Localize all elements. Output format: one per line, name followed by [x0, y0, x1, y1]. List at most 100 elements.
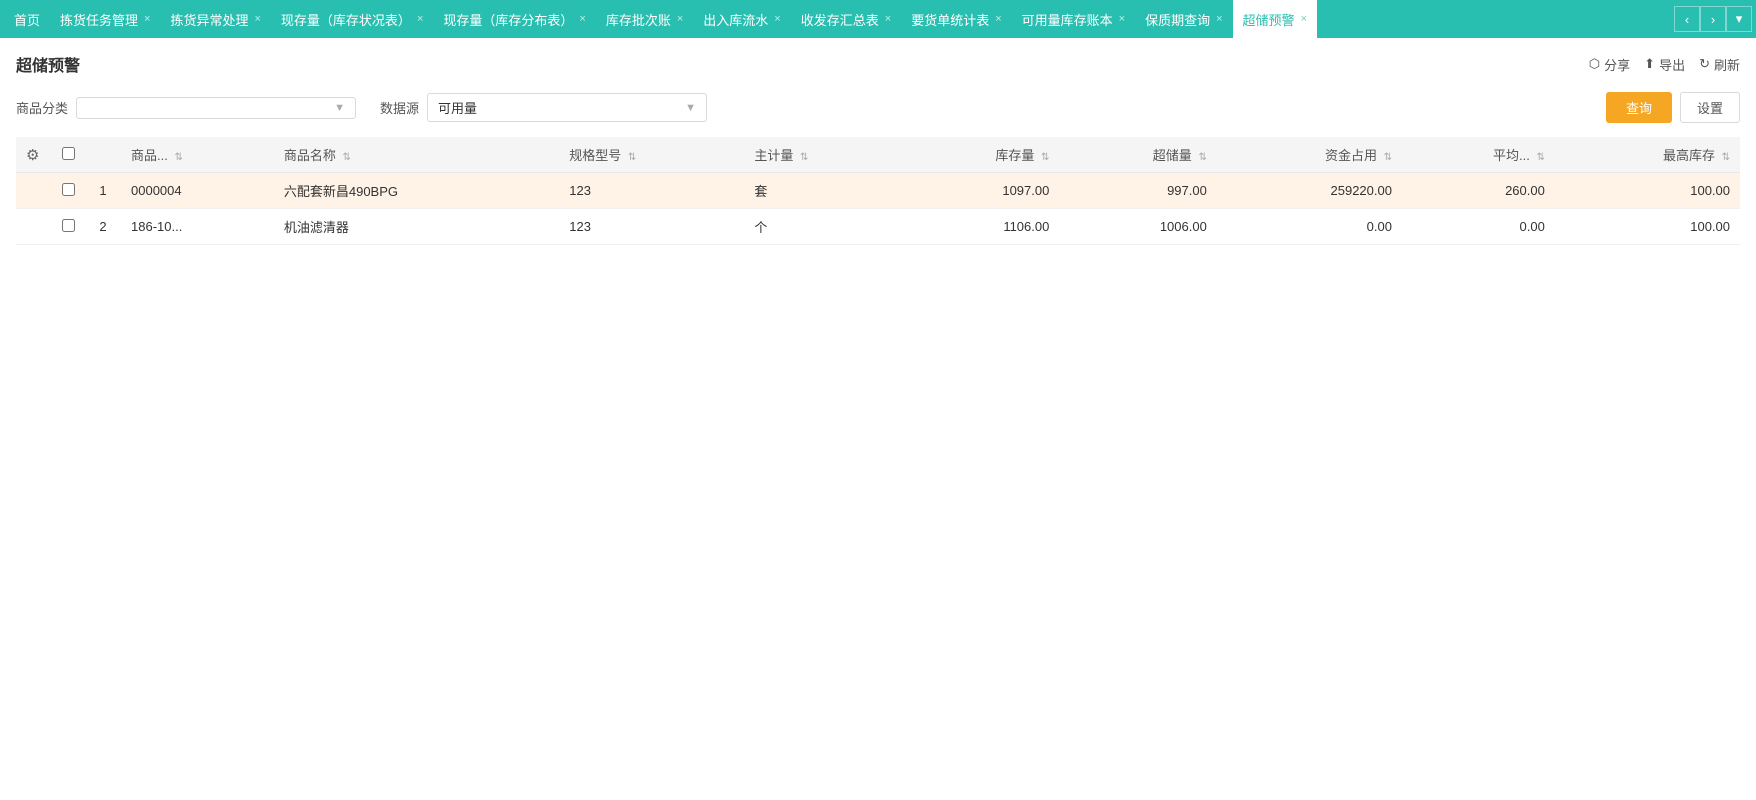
table-header-row: ⚙ 商品... ⇅ 商品名称 ⇅ 规格型号 ⇅ — [16, 137, 1740, 173]
chevron-down-icon: ▼ — [685, 102, 696, 114]
nav-item-abnormal[interactable]: 拣货异常处理 × — [160, 0, 270, 38]
table-body: 1 0000004 六配套新昌490BPG 123 套 1097.00 997.… — [16, 173, 1740, 245]
refresh-icon: ↻ — [1699, 56, 1710, 72]
td-overstock: 997.00 — [1059, 173, 1216, 209]
table-row: 2 186-10... 机油滤清器 123 个 1106.00 1006.00 … — [16, 209, 1740, 245]
td-gear — [16, 209, 52, 245]
share-icon: ⬡ — [1589, 56, 1600, 72]
td-product-name: 机油滤清器 — [274, 209, 559, 245]
sort-icon: ⇅ — [1041, 152, 1049, 163]
top-navigation: 首页 拣货任务管理 × 拣货异常处理 × 现存量（库存状况表） × 现存量（库存… — [0, 0, 1756, 38]
category-filter-group: 商品分类 ▼ — [16, 97, 356, 119]
category-select[interactable]: ▼ — [76, 97, 356, 119]
close-icon[interactable]: × — [1216, 13, 1222, 25]
close-icon[interactable]: × — [417, 13, 423, 25]
refresh-button[interactable]: ↻ 刷新 — [1699, 55, 1740, 74]
th-product-code[interactable]: 商品... ⇅ — [121, 137, 274, 173]
th-overstock[interactable]: 超储量 ⇅ — [1059, 137, 1216, 173]
td-spec: 123 — [559, 209, 744, 245]
td-capital: 0.00 — [1217, 209, 1402, 245]
select-all-checkbox[interactable] — [62, 147, 75, 160]
datasource-label: 数据源 — [380, 98, 419, 117]
nav-item-home[interactable]: 首页 — [4, 0, 50, 38]
td-max-stock: 100.00 — [1555, 209, 1740, 245]
close-icon[interactable]: × — [254, 13, 260, 25]
td-avg: 0.00 — [1402, 209, 1555, 245]
settings-button[interactable]: 设置 — [1680, 92, 1740, 123]
th-unit[interactable]: 主计量 ⇅ — [744, 137, 901, 173]
nav-prev-button[interactable]: ‹ — [1674, 6, 1700, 32]
th-index — [85, 137, 121, 173]
sort-icon: ⇅ — [1198, 152, 1206, 163]
data-table: ⚙ 商品... ⇅ 商品名称 ⇅ 规格型号 ⇅ — [16, 137, 1740, 245]
nav-item-inventory-dist[interactable]: 现存量（库存分布表） × — [433, 0, 595, 38]
datasource-select-value: 可用量 — [438, 98, 477, 117]
table-row: 1 0000004 六配套新昌490BPG 123 套 1097.00 997.… — [16, 173, 1740, 209]
nav-more-button[interactable]: ▾ — [1726, 6, 1752, 32]
sort-icon: ⇅ — [800, 152, 808, 163]
close-icon[interactable]: × — [995, 13, 1001, 25]
td-unit: 个 — [744, 209, 901, 245]
datasource-filter-group: 数据源 可用量 ▼ — [380, 93, 707, 122]
nav-item-expiry[interactable]: 保质期查询 × — [1135, 0, 1232, 38]
page-header: 超储预警 ⬡ 分享 ⬆ 导出 ↻ 刷新 — [16, 52, 1740, 76]
share-button[interactable]: ⬡ 分享 — [1589, 55, 1630, 74]
th-product-name[interactable]: 商品名称 ⇅ — [274, 137, 559, 173]
query-button[interactable]: 查询 — [1606, 92, 1672, 123]
nav-arrows: ‹ › ▾ — [1674, 6, 1752, 32]
td-product-name: 六配套新昌490BPG — [274, 173, 559, 209]
sort-icon: ⇅ — [1384, 152, 1392, 163]
close-icon[interactable]: × — [579, 13, 585, 25]
td-avg: 260.00 — [1402, 173, 1555, 209]
gear-icon[interactable]: ⚙ — [26, 147, 39, 164]
close-icon[interactable]: × — [1301, 13, 1307, 25]
td-capital: 259220.00 — [1217, 173, 1402, 209]
nav-item-inout-flow[interactable]: 出入库流水 × — [693, 0, 790, 38]
th-spec[interactable]: 规格型号 ⇅ — [559, 137, 744, 173]
main-content: 超储预警 ⬡ 分享 ⬆ 导出 ↻ 刷新 商品分类 ▼ 数据源 — [0, 38, 1756, 800]
export-button[interactable]: ⬆ 导出 — [1644, 55, 1685, 74]
close-icon[interactable]: × — [677, 13, 683, 25]
td-check — [52, 173, 85, 209]
nav-item-available-inventory[interactable]: 可用量库存账本 × — [1012, 0, 1135, 38]
datasource-select[interactable]: 可用量 ▼ — [427, 93, 707, 122]
td-unit: 套 — [744, 173, 901, 209]
nav-item-batch-account[interactable]: 库存批次账 × — [596, 0, 693, 38]
td-gear — [16, 173, 52, 209]
row-checkbox[interactable] — [62, 219, 75, 232]
nav-item-order-stats[interactable]: 要货单统计表 × — [901, 0, 1011, 38]
th-avg[interactable]: 平均... ⇅ — [1402, 137, 1555, 173]
th-stock[interactable]: 库存量 ⇅ — [902, 137, 1059, 173]
category-label: 商品分类 — [16, 98, 68, 117]
nav-item-task-management[interactable]: 拣货任务管理 × — [50, 0, 160, 38]
td-stock: 1106.00 — [902, 209, 1059, 245]
filter-row: 商品分类 ▼ 数据源 可用量 ▼ 查询 设置 — [16, 92, 1740, 123]
td-spec: 123 — [559, 173, 744, 209]
header-actions: ⬡ 分享 ⬆ 导出 ↻ 刷新 — [1589, 55, 1740, 74]
td-stock: 1097.00 — [902, 173, 1059, 209]
nav-item-overstock-warning[interactable]: 超储预警 × — [1233, 0, 1317, 38]
row-checkbox[interactable] — [62, 183, 75, 196]
close-icon[interactable]: × — [774, 13, 780, 25]
td-check — [52, 209, 85, 245]
sort-icon: ⇅ — [343, 152, 351, 163]
sort-icon: ⇅ — [174, 152, 182, 163]
page-title: 超储预警 — [16, 52, 80, 76]
td-index: 1 — [85, 173, 121, 209]
th-capital[interactable]: 资金占用 ⇅ — [1217, 137, 1402, 173]
close-icon[interactable]: × — [885, 13, 891, 25]
sort-icon: ⇅ — [1722, 152, 1730, 163]
close-icon[interactable]: × — [144, 13, 150, 25]
nav-item-collection-summary[interactable]: 收发存汇总表 × — [791, 0, 901, 38]
close-icon[interactable]: × — [1119, 13, 1125, 25]
th-gear: ⚙ — [16, 137, 52, 173]
filter-actions: 查询 设置 — [1606, 92, 1740, 123]
nav-next-button[interactable]: › — [1700, 6, 1726, 32]
td-max-stock: 100.00 — [1555, 173, 1740, 209]
th-max-stock[interactable]: 最高库存 ⇅ — [1555, 137, 1740, 173]
export-icon: ⬆ — [1644, 56, 1655, 72]
th-check — [52, 137, 85, 173]
nav-item-inventory-status[interactable]: 现存量（库存状况表） × — [271, 0, 433, 38]
chevron-down-icon: ▼ — [334, 102, 345, 114]
td-product-code: 186-10... — [121, 209, 274, 245]
